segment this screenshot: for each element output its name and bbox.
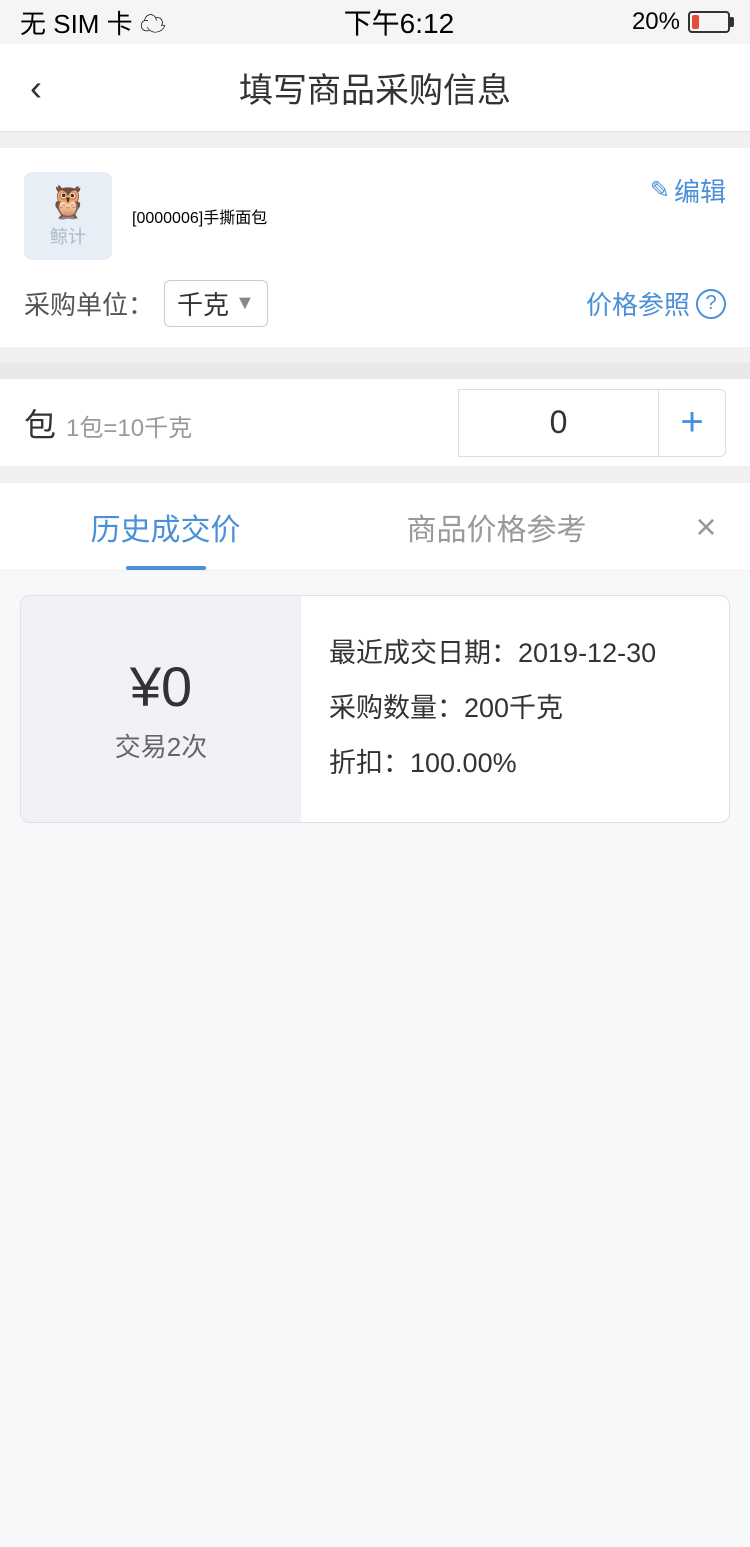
quantity-row: 包 1包=10千克 0 + <box>0 379 750 467</box>
quantity-unit-label: 包 <box>24 400 56 446</box>
product-header: 🦉 鲸计 [0000006]手撕面包 ✎ 编辑 <box>24 172 726 260</box>
tab-close-button[interactable]: × <box>662 483 750 571</box>
page-title: 填写商品采购信息 <box>239 63 511 112</box>
help-icon: ? <box>696 289 726 319</box>
tab-price-ref-label: 商品价格参考 <box>407 505 587 549</box>
battery-icon <box>688 11 730 33</box>
status-left: 无 SIM 卡 ☁ <box>20 4 166 41</box>
history-discount: 折扣：100.00% <box>329 742 701 785</box>
product-id: [0000006] <box>132 210 203 227</box>
tab-history-price[interactable]: 历史成交价 <box>0 483 331 570</box>
recent-date-value: 2019-12-30 <box>518 638 656 668</box>
history-recent-date: 最近成交日期：2019-12-30 <box>329 632 701 675</box>
quantity-plus-button[interactable]: + <box>658 389 726 457</box>
edit-label: 编辑 <box>674 172 726 209</box>
history-card-right: 最近成交日期：2019-12-30 采购数量：200千克 折扣：100.00% <box>301 596 729 822</box>
main-content-area <box>0 847 750 1547</box>
purchase-qty-label: 采购数量： <box>329 693 464 723</box>
quantity-unit-info: 1包=10千克 <box>66 408 192 443</box>
history-purchase-qty: 采购数量：200千克 <box>329 687 701 730</box>
edit-button[interactable]: ✎ 编辑 <box>650 172 726 209</box>
tab-active-indicator <box>126 566 206 570</box>
product-title: 手撕面包 <box>203 210 267 227</box>
history-card-left: ¥0 交易2次 <box>21 596 301 822</box>
unit-dropdown[interactable]: 千克 ▼ <box>164 280 268 327</box>
history-card: ¥0 交易2次 最近成交日期：2019-12-30 采购数量：200千克 折扣：… <box>20 595 730 823</box>
dropdown-arrow-icon: ▼ <box>235 292 255 315</box>
battery-percent: 20% <box>632 8 680 36</box>
quantity-label-area: 包 1包=10千克 <box>24 400 458 446</box>
tabs-header: 历史成交价 商品价格参考 × <box>0 483 750 571</box>
product-image: 🦉 鲸计 <box>24 172 112 260</box>
unit-value: 千克 <box>177 285 229 322</box>
product-name: [0000006]手撕面包 <box>132 204 267 228</box>
edit-icon: ✎ <box>650 176 670 205</box>
product-left: 🦉 鲸计 [0000006]手撕面包 <box>24 172 267 260</box>
tab-product-price-ref[interactable]: 商品价格参考 <box>331 483 662 570</box>
status-right: 20% <box>632 8 730 36</box>
owl-icon: 🦉 <box>48 183 88 221</box>
discount-label: 折扣： <box>329 748 410 778</box>
purchase-unit-left: 采购单位： 千克 ▼ <box>24 280 268 327</box>
recent-date-label: 最近成交日期： <box>329 638 518 668</box>
status-bar: 无 SIM 卡 ☁ 下午6:12 20% <box>0 0 750 44</box>
back-button[interactable]: ‹ <box>20 57 52 119</box>
purchase-unit-label: 采购单位： <box>24 285 154 322</box>
history-price: ¥0 <box>130 654 192 719</box>
nav-bar: ‹ 填写商品采购信息 <box>0 44 750 132</box>
discount-value: 100.00% <box>410 748 517 778</box>
section-divider <box>0 363 750 379</box>
purchase-qty-value: 200千克 <box>464 693 563 723</box>
sim-text: 无 SIM 卡 ☁ <box>20 4 166 41</box>
history-transactions: 交易2次 <box>115 727 207 764</box>
owl-label: 鲸计 <box>50 223 86 249</box>
price-reference-button[interactable]: 价格参照 ? <box>586 285 726 322</box>
price-ref-label: 价格参照 <box>586 285 690 322</box>
quantity-input[interactable]: 0 <box>458 389 658 457</box>
quantity-controls: 0 + <box>458 389 726 457</box>
history-content: ¥0 交易2次 最近成交日期：2019-12-30 采购数量：200千克 折扣：… <box>0 571 750 847</box>
tabs-section: 历史成交价 商品价格参考 × ¥0 交易2次 最近成交日期：2019-12-30… <box>0 483 750 1547</box>
quantity-section: 包 1包=10千克 0 + <box>0 379 750 467</box>
status-time: 下午6:12 <box>344 2 455 42</box>
tab-history-label: 历史成交价 <box>91 505 241 549</box>
product-section: 🦉 鲸计 [0000006]手撕面包 ✎ 编辑 采购单位： 千克 ▼ 价格参照 … <box>0 148 750 347</box>
purchase-unit-row: 采购单位： 千克 ▼ 价格参照 ? <box>24 280 726 327</box>
